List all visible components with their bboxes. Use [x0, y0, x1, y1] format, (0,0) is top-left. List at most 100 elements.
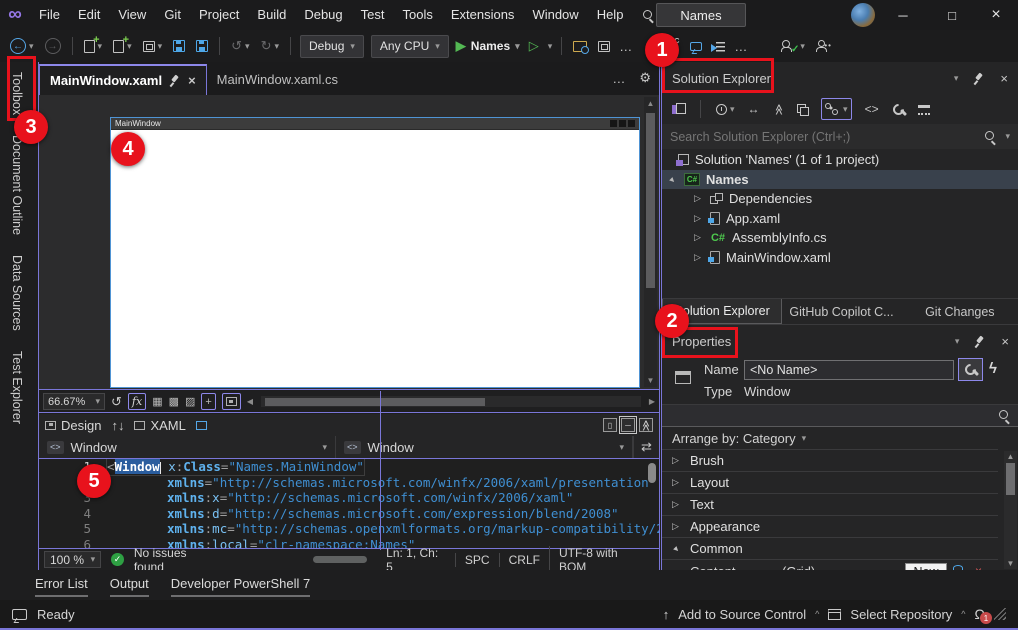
tree-collapsed-icon[interactable]: ▷	[694, 193, 704, 204]
pin-icon[interactable]	[974, 73, 984, 85]
events-view-icon[interactable]: ϟ	[989, 360, 997, 377]
status-scrollbar-pill[interactable]	[313, 556, 367, 563]
tab-git-changes[interactable]: Git Changes	[901, 299, 1018, 324]
sidebar-tab-document-outline[interactable]: Document Outline	[10, 125, 24, 245]
properties-wrench-icon[interactable]	[892, 103, 905, 116]
menu-test[interactable]: Test	[352, 0, 394, 30]
live-share-button[interactable]: ✓ ▾	[779, 34, 807, 58]
show-all-files-icon[interactable]	[797, 104, 808, 115]
add-to-source-control-button[interactable]: Add to Source Control	[678, 607, 806, 622]
design-view-tab[interactable]: Design	[45, 418, 101, 433]
arrange-by-dropdown[interactable]: Arrange by: Category ▾	[662, 427, 1018, 449]
category-brush[interactable]: ▷ Brush	[662, 449, 998, 471]
code-line[interactable]: 2 xmlns="http://schemas.microsoft.com/wi…	[39, 475, 659, 491]
close-button[interactable]: ×	[974, 0, 1018, 30]
send-feedback-button[interactable]: ••	[814, 34, 832, 58]
solution-search-box[interactable]: ▾	[662, 124, 1018, 149]
preview-selected-items-icon[interactable]	[918, 105, 930, 115]
popout-icon[interactable]	[196, 421, 207, 430]
add-new-item-button[interactable]: ▾	[111, 34, 134, 58]
category-text[interactable]: ▷ Text	[662, 493, 998, 515]
window-position-chevron-icon[interactable]: ▾	[955, 336, 960, 347]
user-avatar[interactable]	[851, 3, 875, 27]
properties-search-box[interactable]	[662, 404, 1018, 427]
switch-views-icon[interactable]	[672, 103, 685, 115]
live-visual-tree-button[interactable]	[596, 34, 612, 58]
view-code-icon[interactable]: <>	[865, 102, 879, 116]
menu-window[interactable]: Window	[523, 0, 587, 30]
redo-button[interactable]: ↻ ▾	[259, 34, 281, 58]
sidebar-tab-data-sources[interactable]: Data Sources	[10, 245, 24, 341]
breadcrumb-left[interactable]: <> Window ▾	[39, 436, 336, 458]
toggle-comment-button[interactable]	[688, 34, 704, 58]
element-name-input[interactable]	[744, 360, 954, 380]
menu-git[interactable]: Git	[155, 0, 190, 30]
close-tab-icon[interactable]: ×	[188, 73, 196, 88]
navigate-forward-button[interactable]: →	[43, 34, 63, 58]
visual-studio-logo-icon[interactable]: ∞	[0, 4, 30, 26]
editor-settings-gear-icon[interactable]: ⚙	[639, 70, 651, 86]
tab-error-list[interactable]: Error List	[35, 576, 88, 597]
close-panel-icon[interactable]: ×	[1001, 334, 1009, 349]
properties-scrollbar[interactable]: ▲ ▼	[1004, 451, 1017, 569]
line-ending-mode[interactable]: CRLF	[499, 553, 549, 567]
window-position-chevron-icon[interactable]: ▾	[954, 73, 959, 84]
indentation-mode[interactable]: SPC	[455, 553, 499, 567]
notifications-bell-icon[interactable]: Ω 1	[975, 606, 985, 622]
solution-search-input[interactable]	[670, 130, 984, 144]
scope-dropdown-button[interactable]: ▾	[821, 98, 852, 120]
tree-collapsed-icon[interactable]: ▷	[694, 252, 704, 263]
pending-changes-filter-button[interactable]: ▾	[716, 104, 735, 115]
tab-overflow-button[interactable]: …	[612, 71, 625, 86]
save-button[interactable]	[171, 34, 187, 58]
toolbar-overflow-button[interactable]: …	[619, 39, 632, 54]
feedback-bubble-icon[interactable]	[12, 609, 27, 620]
start-debugging-button[interactable]: ▶ Names ▾	[456, 38, 520, 54]
xaml-view-tab[interactable]: XAML	[134, 418, 185, 433]
save-all-button[interactable]	[194, 34, 210, 58]
resize-grip[interactable]	[994, 608, 1006, 620]
menu-build[interactable]: Build	[248, 0, 295, 30]
window-preview[interactable]: MainWindow	[110, 117, 640, 388]
tree-collapsed-icon[interactable]: ▷	[694, 232, 704, 243]
menu-project[interactable]: Project	[190, 0, 248, 30]
tree-row-app-xaml[interactable]: ▷ App.xaml	[662, 209, 1018, 229]
menu-edit[interactable]: Edit	[69, 0, 109, 30]
caret-up-icon[interactable]: ^	[815, 609, 819, 619]
run-options-chevron[interactable]: ▾	[548, 41, 553, 52]
code-line[interactable]: 5 xmlns:mc="http://schemas.openxmlformat…	[39, 521, 659, 537]
effects-toggle-button[interactable]: fx	[128, 393, 146, 410]
tree-row-project-names[interactable]: ▼ C# Names	[662, 170, 1018, 190]
properties-view-button[interactable]	[958, 358, 983, 381]
code-line[interactable]: 4 xmlns:d="http://schemas.microsoft.com/…	[39, 506, 659, 522]
scroll-right-icon[interactable]: ▶	[649, 397, 655, 406]
sidebar-tab-test-explorer[interactable]: Test Explorer	[10, 341, 24, 434]
new-project-button[interactable]: ▾	[82, 34, 105, 58]
refresh-designer-icon[interactable]: ↺	[111, 394, 122, 410]
tree-row-dependencies[interactable]: ▷ Dependencies	[662, 189, 1018, 209]
tree-expanded-icon[interactable]: ▼	[666, 173, 679, 186]
horizontal-split-button[interactable]: ─	[621, 418, 635, 432]
solution-platform-dropdown[interactable]: Any CPU ▾	[371, 35, 449, 58]
menu-view[interactable]: View	[109, 0, 155, 30]
show-grid-icon[interactable]: ▦	[152, 395, 162, 408]
tab-mainwindow-xaml-cs[interactable]: MainWindow.xaml.cs	[207, 64, 348, 95]
tree-row-solution[interactable]: Solution 'Names' (1 of 1 project)	[662, 150, 1018, 170]
close-panel-icon[interactable]: ×	[1000, 71, 1008, 86]
tree-collapsed-icon[interactable]: ▷	[694, 213, 704, 224]
format-indent-button[interactable]	[711, 34, 727, 58]
pin-icon[interactable]	[975, 336, 985, 348]
tab-mainwindow-xaml[interactable]: MainWindow.xaml ×	[39, 64, 207, 95]
collapse-pane-button[interactable]: ≪	[639, 418, 653, 432]
menu-help[interactable]: Help	[588, 0, 633, 30]
undo-button[interactable]: ↺ ▾	[229, 34, 251, 58]
snap-to-snaplines-button[interactable]: +	[201, 393, 215, 410]
menu-file[interactable]: File	[30, 0, 69, 30]
navigate-back-button[interactable]: ← ▾	[8, 34, 36, 58]
swap-breadcrumb-icon[interactable]: ⇄	[633, 436, 659, 458]
push-up-icon[interactable]: ↑	[663, 607, 670, 622]
category-layout[interactable]: ▷ Layout	[662, 471, 998, 493]
start-without-debugging-button[interactable]: ▷	[527, 34, 541, 58]
properties-search-input[interactable]	[670, 408, 998, 423]
category-common[interactable]: ▼ Common	[662, 537, 998, 559]
